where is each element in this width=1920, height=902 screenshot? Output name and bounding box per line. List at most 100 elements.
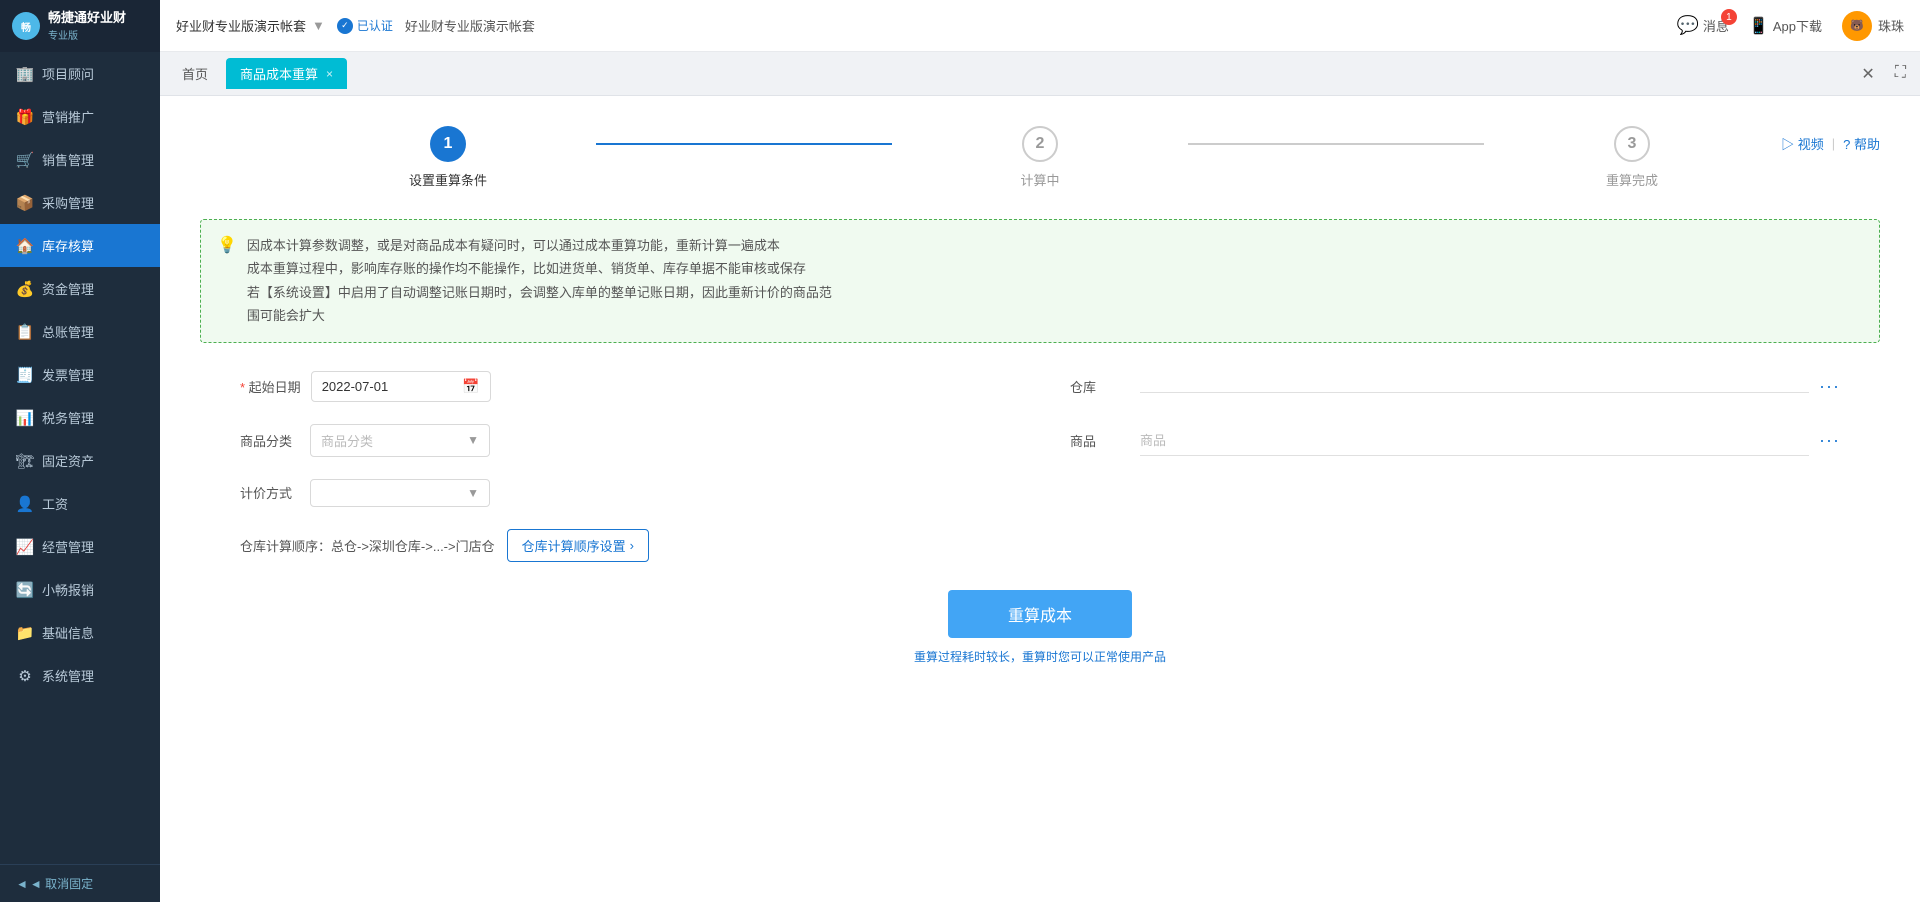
topbar: 好业财专业版演示帐套 ▼ ✓ 已认证 好业财专业版演示帐套 💬 消息 1 📱 A… bbox=[160, 0, 1920, 52]
start-date-input[interactable]: 2022-07-01 📅 bbox=[311, 371, 491, 402]
sidebar-logo: 畅 bbox=[12, 12, 40, 40]
goods-label: 商品 bbox=[1070, 431, 1130, 450]
sidebar-title: 畅捷通好业财 bbox=[48, 10, 126, 27]
sidebar-item-project[interactable]: 🏢 项目顾问 bbox=[0, 52, 160, 95]
sidebar-item-tax[interactable]: 📊 税务管理 bbox=[0, 396, 160, 439]
inventory-icon: 🏠 bbox=[16, 237, 34, 255]
marketing-icon: 🎁 bbox=[16, 108, 34, 126]
sidebar-item-marketing[interactable]: 🎁 营销推广 bbox=[0, 95, 160, 138]
topbar-actions: 💬 消息 1 📱 App下载 🐻 珠珠 bbox=[1676, 11, 1904, 41]
sidebar-item-label: 工资 bbox=[42, 494, 68, 513]
start-date-value: 2022-07-01 bbox=[322, 379, 455, 394]
step-line-2 bbox=[1188, 143, 1484, 145]
avatar-icon: 🐻 bbox=[1850, 19, 1864, 32]
step-3-label: 重算完成 bbox=[1606, 170, 1658, 189]
sidebar-item-label: 销售管理 bbox=[42, 150, 94, 169]
form-row-1: 起始日期 2022-07-01 📅 仓库 ··· bbox=[240, 371, 1840, 402]
recalculate-button[interactable]: 重算成本 bbox=[948, 590, 1132, 638]
goods-placeholder: 商品 bbox=[1140, 433, 1166, 448]
system-icon: ⚙ bbox=[16, 667, 34, 685]
finance-icon: 💰 bbox=[16, 280, 34, 298]
sidebar-item-label: 发票管理 bbox=[42, 365, 94, 384]
warehouse-input-area bbox=[1140, 380, 1809, 393]
recalculate-note: 重算过程耗时较长，重算时您可以正常使用产品 bbox=[914, 648, 1166, 665]
close-window-button[interactable]: ✕ bbox=[1855, 62, 1880, 86]
form-row-2: 商品分类 商品分类 ▼ 商品 商品 ··· bbox=[240, 424, 1840, 457]
pricing-dropdown-icon: ▼ bbox=[467, 486, 479, 500]
avatar: 🐻 bbox=[1842, 11, 1872, 41]
base-icon: 📁 bbox=[16, 624, 34, 642]
warehouse-label: 仓库 bbox=[1070, 377, 1130, 396]
sidebar-item-label: 资金管理 bbox=[42, 279, 94, 298]
sidebar-item-invoice[interactable]: 🧾 发票管理 bbox=[0, 353, 160, 396]
sidebar-item-salary[interactable]: 👤 工资 bbox=[0, 482, 160, 525]
app-download-button[interactable]: 📱 App下载 bbox=[1749, 16, 1822, 36]
sidebar-item-sales[interactable]: 🛒 销售管理 bbox=[0, 138, 160, 181]
sidebar-item-base[interactable]: 📁 基础信息 bbox=[0, 611, 160, 654]
form-field-goods: 商品 商品 ··· bbox=[1070, 424, 1840, 456]
sidebar-item-label: 总账管理 bbox=[42, 322, 94, 341]
calendar-icon: 📅 bbox=[462, 378, 479, 395]
message-icon: 💬 bbox=[1676, 15, 1698, 36]
step-2: 2 计算中 bbox=[892, 126, 1188, 189]
start-date-label: 起始日期 bbox=[240, 377, 301, 396]
sidebar-item-label: 税务管理 bbox=[42, 408, 94, 427]
warehouse-order-btn[interactable]: 仓库计算顺序设置 › bbox=[507, 529, 649, 562]
pin-icon: ◄ bbox=[16, 877, 28, 891]
message-badge: 1 bbox=[1721, 9, 1737, 25]
sidebar-item-finance[interactable]: 💰 资金管理 bbox=[0, 267, 160, 310]
sidebar-item-label: 固定资产 bbox=[42, 451, 94, 470]
sidebar-item-purchase[interactable]: 📦 采购管理 bbox=[0, 181, 160, 224]
play-icon: ▷ bbox=[1781, 137, 1794, 152]
tax-icon: 📊 bbox=[16, 409, 34, 427]
help-link[interactable]: ? 帮助 bbox=[1843, 134, 1880, 153]
info-bulb-icon: 💡 bbox=[217, 235, 237, 255]
purchase-icon: 📦 bbox=[16, 194, 34, 212]
tab-recalculate-label: 商品成本重算 bbox=[240, 64, 318, 83]
pricing-label: 计价方式 bbox=[240, 483, 300, 502]
sidebar-item-assets[interactable]: 🏗 固定资产 bbox=[0, 439, 160, 482]
warehouse-more-button[interactable]: ··· bbox=[1819, 376, 1840, 397]
tab-recalculate[interactable]: 商品成本重算 × bbox=[226, 58, 347, 89]
project-icon: 🏢 bbox=[16, 65, 34, 83]
sidebar-item-system[interactable]: ⚙ 系统管理 bbox=[0, 654, 160, 697]
step-2-circle: 2 bbox=[1022, 126, 1058, 162]
expense-icon: 🔄 bbox=[16, 581, 34, 599]
question-icon: ? bbox=[1843, 137, 1850, 152]
sales-icon: 🛒 bbox=[16, 151, 34, 169]
sidebar: 畅 畅捷通好业财 专业版 🏢 项目顾问 🎁 营销推广 🛒 销售管理 📦 采购管理… bbox=[0, 0, 160, 902]
video-link[interactable]: ▷ 视频 bbox=[1781, 134, 1824, 153]
step-line-1 bbox=[596, 143, 892, 145]
operation-icon: 📈 bbox=[16, 538, 34, 556]
info-text: 因成本计算参数调整，或是对商品成本有疑问时，可以通过成本重算功能，重新计算一遍成… bbox=[247, 234, 832, 328]
sidebar-item-accounting[interactable]: 📋 总账管理 bbox=[0, 310, 160, 353]
form-section: 起始日期 2022-07-01 📅 仓库 ··· 商品分类 商 bbox=[200, 371, 1880, 665]
account-selector[interactable]: 好业财专业版演示帐套 ▼ bbox=[176, 16, 325, 35]
sidebar-item-operation[interactable]: 📈 经营管理 bbox=[0, 525, 160, 568]
sidebar-item-label: 小畅报销 bbox=[42, 580, 94, 599]
info-box: 💡 因成本计算参数调整，或是对商品成本有疑问时，可以通过成本重算功能，重新计算一… bbox=[200, 219, 1880, 343]
message-button[interactable]: 💬 消息 1 bbox=[1676, 15, 1728, 36]
form-field-start-date: 起始日期 2022-07-01 📅 bbox=[240, 371, 1010, 402]
form-field-warehouse: 仓库 ··· bbox=[1070, 376, 1840, 397]
user-avatar[interactable]: 🐻 珠珠 bbox=[1842, 11, 1904, 41]
content-area: 1 设置重算条件 2 计算中 3 重算完成 ▷ 视频 bbox=[160, 96, 1920, 902]
tab-close-icon[interactable]: × bbox=[326, 67, 333, 81]
sidebar-nav: 🏢 项目顾问 🎁 营销推广 🛒 销售管理 📦 采购管理 🏠 库存核算 💰 资金管… bbox=[0, 52, 160, 864]
tab-home[interactable]: 首页 bbox=[168, 58, 222, 89]
goods-more-button[interactable]: ··· bbox=[1819, 430, 1840, 451]
category-dropdown-icon: ▼ bbox=[467, 433, 479, 447]
category-select[interactable]: 商品分类 ▼ bbox=[310, 424, 490, 457]
sidebar-item-expense[interactable]: 🔄 小畅报销 bbox=[0, 568, 160, 611]
invoice-icon: 🧾 bbox=[16, 366, 34, 384]
sidebar-item-inventory[interactable]: 🏠 库存核算 bbox=[0, 224, 160, 267]
sidebar-pin-toggle[interactable]: ◄ ◄ 取消固定 bbox=[0, 864, 160, 902]
pricing-select[interactable]: ▼ bbox=[310, 479, 490, 507]
verified-badge: ✓ 已认证 bbox=[337, 17, 393, 34]
form-row-pricing: 计价方式 ▼ bbox=[240, 479, 1840, 507]
step-1: 1 设置重算条件 bbox=[300, 126, 596, 189]
sidebar-item-label: 经营管理 bbox=[42, 537, 94, 556]
sidebar-subtitle: 专业版 bbox=[48, 27, 126, 42]
maximize-window-button[interactable]: ⛶ bbox=[1889, 62, 1912, 86]
sidebar-item-label: 系统管理 bbox=[42, 666, 94, 685]
